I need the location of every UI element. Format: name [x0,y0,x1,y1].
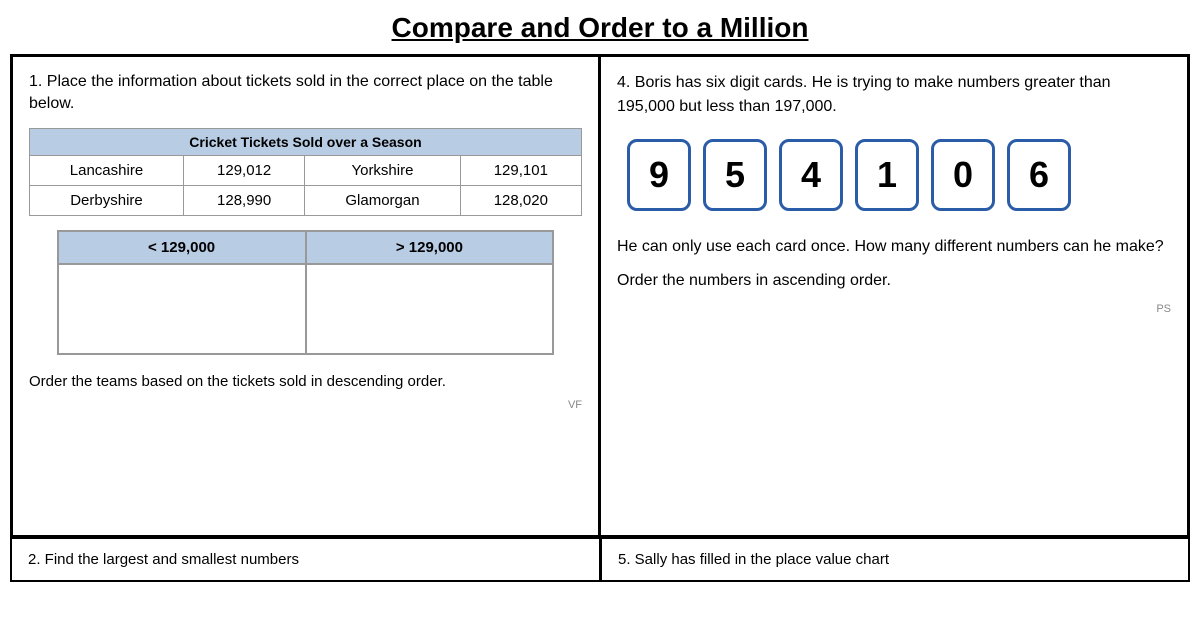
question2-text: 2. Find the largest and smallest numbers [28,549,583,570]
question4-middle-text: He can only use each card once. How many… [617,235,1171,259]
digit-card-4: 0 [931,139,995,211]
page-title: Compare and Order to a Million [0,0,1200,54]
table-row: Derbyshire 128,990 Glamorgan 128,020 [30,185,582,215]
table-cell: 129,101 [460,155,581,185]
sort-col1-header: < 129,000 [58,231,306,264]
ps-label: PS [617,303,1171,315]
sort-row [58,264,554,354]
table-cell: Lancashire [30,155,184,185]
question5-cell: 5. Sally has filled in the place value c… [600,538,1189,581]
table-cell: Glamorgan [305,185,460,215]
bottom-row: 2. Find the largest and smallest numbers… [10,538,1190,582]
left-cell: 1. Place the information about tickets s… [12,56,600,536]
digit-card-3: 1 [855,139,919,211]
question4-bottom-text: Order the numbers in ascending order. [617,269,1171,293]
cricket-table: Cricket Tickets Sold over a Season Lanca… [29,128,582,216]
digit-cards-container: 9 5 4 1 0 6 [617,139,1171,211]
table-cell: 128,990 [183,185,304,215]
cricket-table-header: Cricket Tickets Sold over a Season [30,128,582,155]
digit-card-1: 5 [703,139,767,211]
question1-intro: 1. Place the information about tickets s… [29,71,582,116]
digit-card-5: 6 [1007,139,1071,211]
digit-card-0: 9 [627,139,691,211]
sort-cell-left [58,264,306,354]
sort-table: < 129,000 > 129,000 [57,230,555,355]
main-grid: 1. Place the information about tickets s… [10,54,1190,538]
table-cell: Yorkshire [305,155,460,185]
vf-label: VF [29,399,582,411]
sort-col2-header: > 129,000 [306,231,554,264]
table-cell: 128,020 [460,185,581,215]
right-cell: 4. Boris has six digit cards. He is tryi… [600,56,1188,536]
table-cell: 129,012 [183,155,304,185]
digit-card-2: 4 [779,139,843,211]
question2-cell: 2. Find the largest and smallest numbers [11,538,600,581]
table-cell: Derbyshire [30,185,184,215]
question1-bottom-text: Order the teams based on the tickets sol… [29,371,582,394]
question4-intro: 4. Boris has six digit cards. He is tryi… [617,71,1171,119]
table-row: Lancashire 129,012 Yorkshire 129,101 [30,155,582,185]
question5-text: 5. Sally has filled in the place value c… [618,549,1172,570]
sort-cell-right [306,264,554,354]
